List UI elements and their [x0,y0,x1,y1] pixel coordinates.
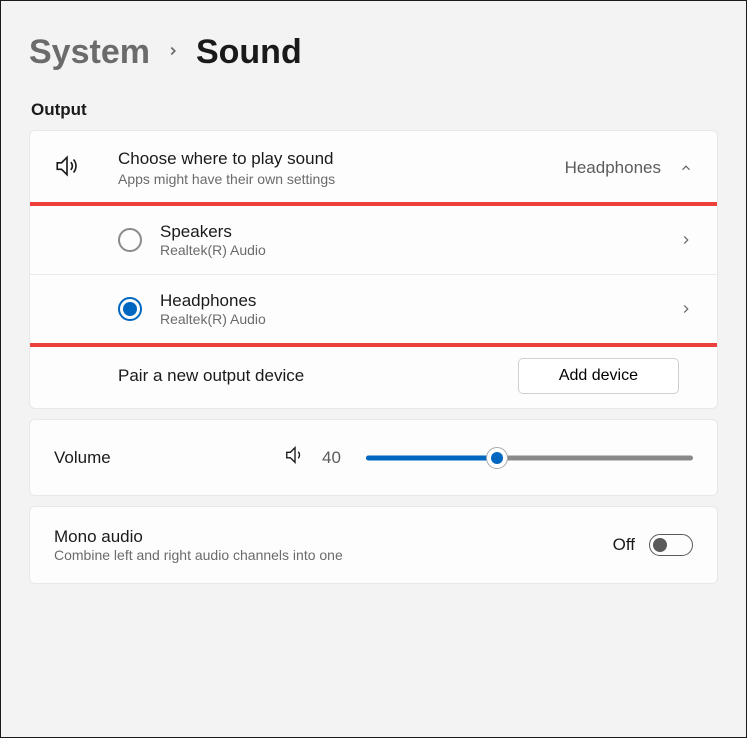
output-section-label: Output [31,100,718,120]
device-name: Speakers [160,222,679,242]
volume-card: Volume 40 [29,419,718,496]
choose-output-sub: Apps might have their own settings [118,171,565,187]
breadcrumb: System Sound [29,33,718,72]
mono-audio-title: Mono audio [54,527,613,547]
output-group: Choose where to play sound Apps might ha… [29,130,718,409]
mono-toggle[interactable] [649,534,693,556]
breadcrumb-current: Sound [196,33,302,72]
speaker-icon [54,153,80,184]
choose-output-row[interactable]: Choose where to play sound Apps might ha… [30,131,717,206]
volume-value: 40 [322,448,350,468]
device-driver: Realtek(R) Audio [160,311,679,327]
device-driver: Realtek(R) Audio [160,242,679,258]
output-device-list: Speakers Realtek(R) Audio Headphones Rea… [30,206,717,343]
breadcrumb-parent[interactable]: System [29,33,150,72]
add-device-button[interactable]: Add device [518,358,679,394]
current-output-device: Headphones [565,158,661,178]
chevron-up-icon [679,161,693,175]
mono-toggle-state: Off [613,535,635,555]
mono-audio-card: Mono audio Combine left and right audio … [29,506,718,584]
volume-slider[interactable] [366,447,693,469]
volume-label: Volume [54,448,284,468]
volume-icon[interactable] [284,444,306,471]
chevron-right-icon[interactable] [679,302,693,316]
pair-device-row: Pair a new output device Add device [30,343,717,408]
radio-selected-icon[interactable] [118,297,142,321]
pair-device-label: Pair a new output device [118,366,518,386]
device-name: Headphones [160,291,679,311]
radio-unselected-icon[interactable] [118,228,142,252]
chevron-right-icon[interactable] [679,233,693,247]
output-device-speakers[interactable]: Speakers Realtek(R) Audio [30,206,717,275]
chevron-right-icon [166,41,180,64]
mono-audio-sub: Combine left and right audio channels in… [54,547,613,563]
output-device-headphones[interactable]: Headphones Realtek(R) Audio [30,275,717,343]
choose-output-title: Choose where to play sound [118,149,565,169]
